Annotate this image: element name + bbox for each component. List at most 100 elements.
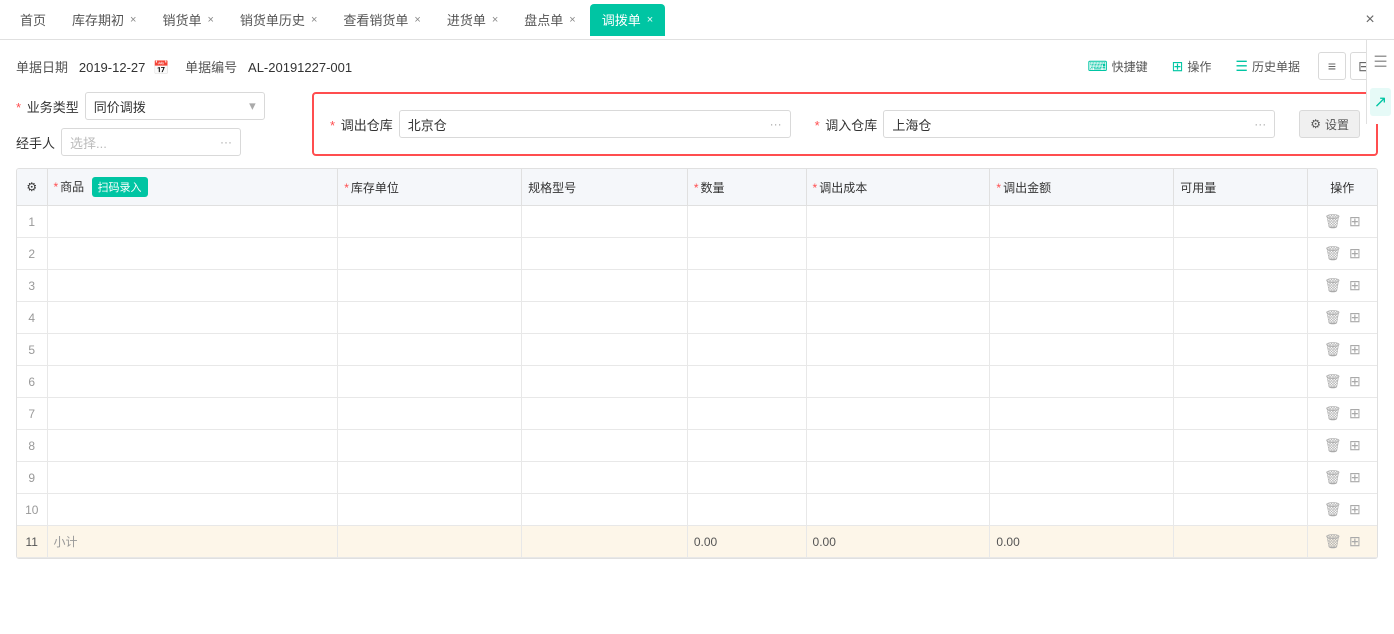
cell-unit-10[interactable] bbox=[338, 494, 522, 526]
tab-view-sales-close[interactable]: × bbox=[414, 14, 420, 26]
cell-spec-2[interactable] bbox=[522, 238, 688, 270]
cell-cost-3[interactable] bbox=[806, 270, 990, 302]
cell-product-7[interactable] bbox=[47, 398, 338, 430]
cell-amount-8[interactable] bbox=[990, 430, 1174, 462]
copy-icon-7[interactable]: ⊞ bbox=[1349, 405, 1361, 421]
copy-icon-5[interactable]: ⊞ bbox=[1349, 341, 1361, 357]
cell-amount-9[interactable] bbox=[990, 462, 1174, 494]
delete-icon-9[interactable]: 🗑 bbox=[1324, 469, 1342, 485]
cell-quantity-6[interactable] bbox=[687, 366, 806, 398]
tab-inventory-init-close[interactable]: × bbox=[130, 14, 136, 26]
tab-sales-order-close[interactable]: × bbox=[207, 14, 213, 26]
cell-spec-5[interactable] bbox=[522, 334, 688, 366]
tab-sales-history-close[interactable]: × bbox=[311, 14, 317, 26]
copy-icon-4[interactable]: ⊞ bbox=[1349, 309, 1361, 325]
sidebar-expand-icon[interactable]: ↗ bbox=[1370, 88, 1391, 116]
sidebar-list-icon[interactable]: ☰ bbox=[1369, 48, 1391, 76]
cell-product-2[interactable] bbox=[47, 238, 338, 270]
cell-cost-2[interactable] bbox=[806, 238, 990, 270]
operations-action[interactable]: ⊞ 操作 bbox=[1166, 56, 1218, 77]
copy-icon-10[interactable]: ⊞ bbox=[1349, 501, 1361, 517]
handler-select[interactable]: 选择... ··· bbox=[61, 128, 241, 156]
tab-home[interactable]: 首页 bbox=[8, 4, 58, 36]
tab-inventory-init[interactable]: 库存期初 × bbox=[60, 4, 148, 36]
cell-amount-4[interactable] bbox=[990, 302, 1174, 334]
cell-amount-1[interactable] bbox=[990, 206, 1174, 238]
cell-unit-8[interactable] bbox=[338, 430, 522, 462]
cell-quantity-10[interactable] bbox=[687, 494, 806, 526]
delete-icon-6[interactable]: 🗑 bbox=[1324, 373, 1342, 389]
transfer-out-select[interactable]: 北京仓 ··· bbox=[399, 110, 791, 138]
cell-cost-7[interactable] bbox=[806, 398, 990, 430]
copy-icon-8[interactable]: ⊞ bbox=[1349, 437, 1361, 453]
cell-spec-4[interactable] bbox=[522, 302, 688, 334]
cell-quantity-4[interactable] bbox=[687, 302, 806, 334]
layout-list-btn[interactable]: ≡ bbox=[1318, 52, 1346, 80]
cell-amount-7[interactable] bbox=[990, 398, 1174, 430]
delete-icon-8[interactable]: 🗑 bbox=[1324, 437, 1342, 453]
cell-amount-5[interactable] bbox=[990, 334, 1174, 366]
copy-icon-6[interactable]: ⊞ bbox=[1349, 373, 1361, 389]
cell-quantity-1[interactable] bbox=[687, 206, 806, 238]
cell-cost-8[interactable] bbox=[806, 430, 990, 462]
history-action[interactable]: ☰ 历史单据 bbox=[1229, 56, 1306, 77]
transfer-out-more-icon[interactable]: ··· bbox=[770, 117, 782, 131]
delete-icon-4[interactable]: 🗑 bbox=[1324, 309, 1342, 325]
delete-icon-5[interactable]: 🗑 bbox=[1324, 341, 1342, 357]
cell-quantity-8[interactable] bbox=[687, 430, 806, 462]
cell-unit-6[interactable] bbox=[338, 366, 522, 398]
cell-spec-6[interactable] bbox=[522, 366, 688, 398]
cell-product-10[interactable] bbox=[47, 494, 338, 526]
copy-icon-9[interactable]: ⊞ bbox=[1349, 469, 1361, 485]
cell-product-3[interactable] bbox=[47, 270, 338, 302]
cell-spec-1[interactable] bbox=[522, 206, 688, 238]
tab-transfer-order-close[interactable]: × bbox=[647, 14, 653, 26]
cell-product-5[interactable] bbox=[47, 334, 338, 366]
cell-amount-2[interactable] bbox=[990, 238, 1174, 270]
tab-sales-history[interactable]: 销货单历史 × bbox=[228, 4, 329, 36]
cell-quantity-7[interactable] bbox=[687, 398, 806, 430]
transfer-in-more-icon[interactable]: ··· bbox=[1254, 117, 1266, 131]
delete-icon-11[interactable]: 🗑 bbox=[1324, 533, 1342, 549]
tab-sales-order[interactable]: 销货单 × bbox=[150, 4, 225, 36]
cell-unit-1[interactable] bbox=[338, 206, 522, 238]
cell-spec-3[interactable] bbox=[522, 270, 688, 302]
cell-cost-5[interactable] bbox=[806, 334, 990, 366]
cell-spec-7[interactable] bbox=[522, 398, 688, 430]
copy-icon-2[interactable]: ⊞ bbox=[1349, 245, 1361, 261]
copy-icon-3[interactable]: ⊞ bbox=[1349, 277, 1361, 293]
cell-cost-10[interactable] bbox=[806, 494, 990, 526]
cell-quantity-5[interactable] bbox=[687, 334, 806, 366]
transfer-in-select[interactable]: 上海仓 ··· bbox=[883, 110, 1275, 138]
cell-quantity-2[interactable] bbox=[687, 238, 806, 270]
cell-product-1[interactable] bbox=[47, 206, 338, 238]
cell-unit-9[interactable] bbox=[338, 462, 522, 494]
cell-unit-4[interactable] bbox=[338, 302, 522, 334]
delete-icon-10[interactable]: 🗑 bbox=[1324, 501, 1342, 517]
delete-icon-2[interactable]: 🗑 bbox=[1324, 245, 1342, 261]
delete-icon-3[interactable]: 🗑 bbox=[1324, 277, 1342, 293]
tab-inventory-check-close[interactable]: × bbox=[569, 14, 575, 26]
cell-product-6[interactable] bbox=[47, 366, 338, 398]
cell-spec-10[interactable] bbox=[522, 494, 688, 526]
cell-quantity-9[interactable] bbox=[687, 462, 806, 494]
cell-amount-3[interactable] bbox=[990, 270, 1174, 302]
cell-amount-6[interactable] bbox=[990, 366, 1174, 398]
business-type-select[interactable]: 同价调拨 ▾ bbox=[85, 92, 265, 120]
delete-icon-1[interactable]: 🗑 bbox=[1324, 213, 1342, 229]
scan-button[interactable]: 扫码录入 bbox=[92, 177, 148, 197]
cell-unit-7[interactable] bbox=[338, 398, 522, 430]
copy-icon-11[interactable]: ⊞ bbox=[1349, 533, 1361, 549]
tab-inventory-check[interactable]: 盘点单 × bbox=[512, 4, 587, 36]
cell-cost-1[interactable] bbox=[806, 206, 990, 238]
tab-purchase-order-close[interactable]: × bbox=[492, 14, 498, 26]
cell-product-4[interactable] bbox=[47, 302, 338, 334]
cell-unit-3[interactable] bbox=[338, 270, 522, 302]
cell-quantity-3[interactable] bbox=[687, 270, 806, 302]
cell-unit-5[interactable] bbox=[338, 334, 522, 366]
cell-spec-9[interactable] bbox=[522, 462, 688, 494]
cell-unit-2[interactable] bbox=[338, 238, 522, 270]
cell-cost-6[interactable] bbox=[806, 366, 990, 398]
calendar-icon[interactable]: 📅 bbox=[153, 60, 169, 75]
table-gear-icon[interactable]: ⚙ bbox=[26, 180, 37, 194]
